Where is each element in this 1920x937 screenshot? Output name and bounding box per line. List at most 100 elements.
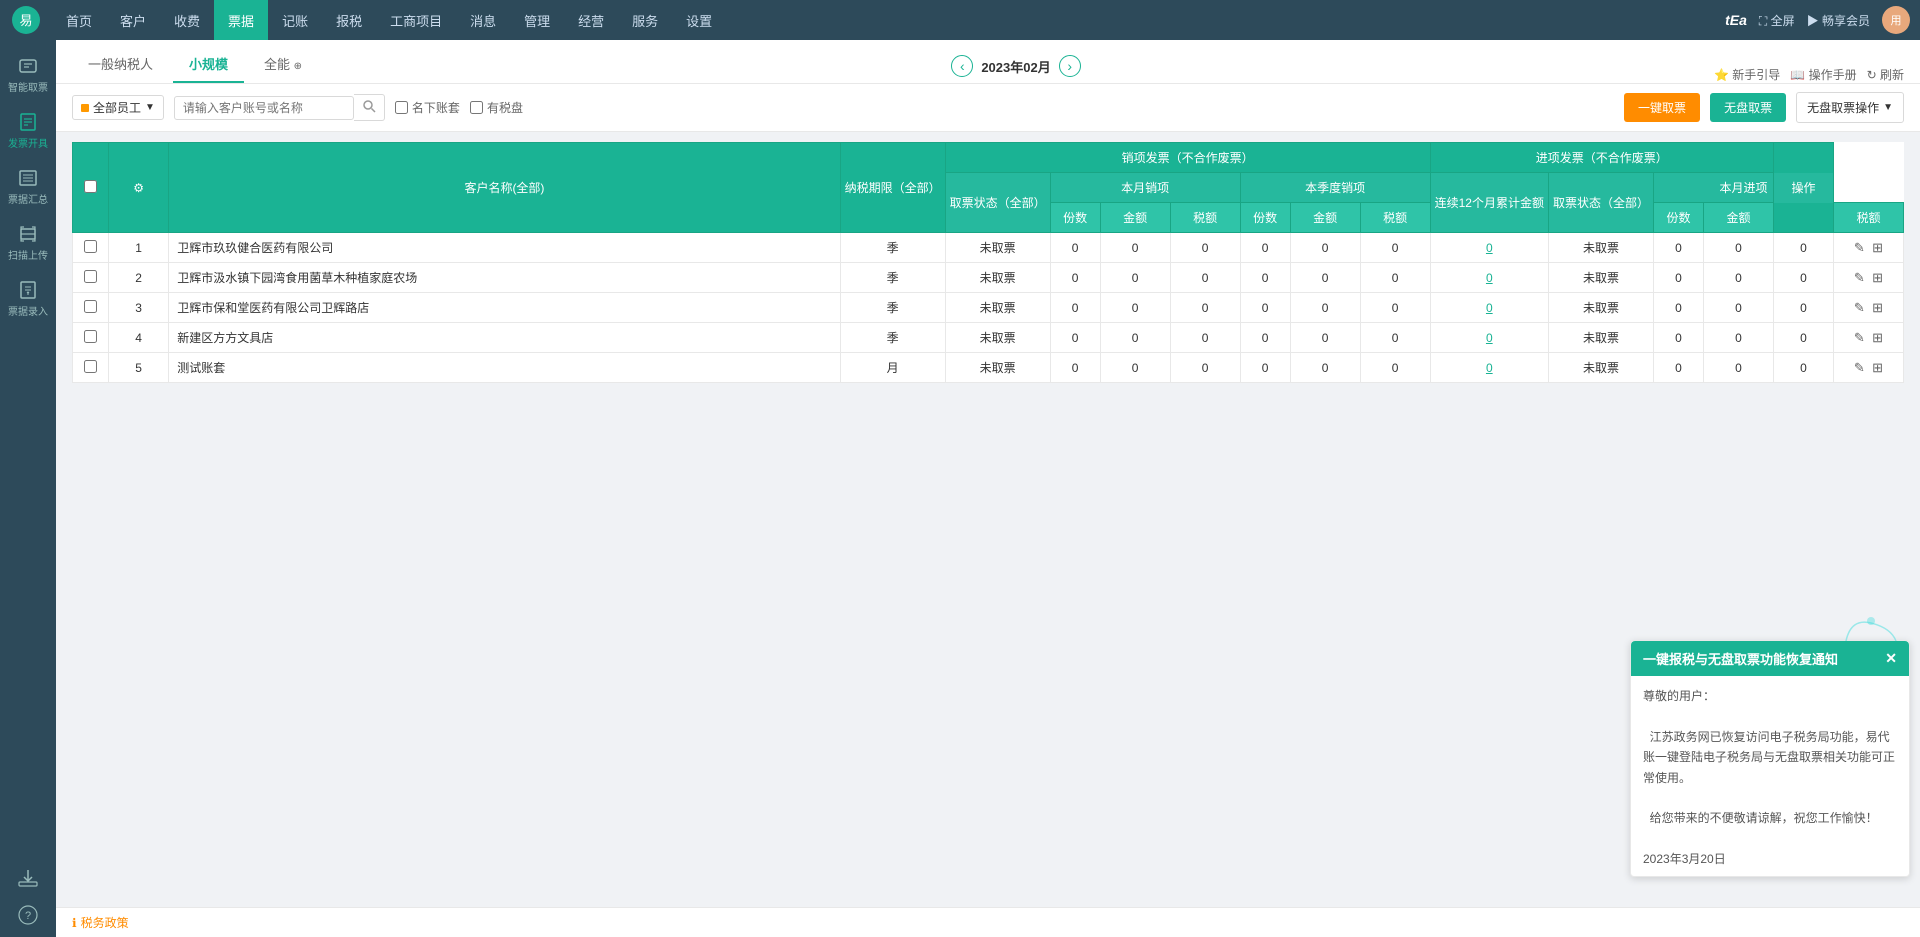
nav-items: 首页 客户 收费 票据 记账 报税 工商项目 消息 管理 经营 服务 设置: [52, 0, 1725, 40]
search-button[interactable]: [354, 94, 385, 121]
nav-invoice[interactable]: 票据: [214, 0, 268, 40]
sidebar-item-summary[interactable]: 票据汇总: [2, 160, 54, 214]
detail-icon[interactable]: ⊞: [1872, 300, 1883, 315]
table-row: 4 新建区方方文具店 季 未取票 0 0 0 0 0 0 0 未取票 0 0 0…: [73, 323, 1904, 353]
all-tab-icon: ⊕: [294, 61, 302, 72]
search-input[interactable]: [174, 96, 354, 120]
name-account-label: 名下账套: [412, 99, 460, 116]
tab-all[interactable]: 全能 ⊕: [248, 46, 318, 83]
notification-close-btn[interactable]: ✕: [1885, 650, 1897, 667]
svg-text:?: ?: [25, 910, 31, 922]
row-checkbox[interactable]: [84, 240, 97, 253]
sidebar-item-invoice-issue[interactable]: 发票开具: [2, 104, 54, 158]
detail-icon[interactable]: ⊞: [1872, 240, 1883, 255]
info-icon: ℹ: [72, 916, 77, 930]
row-purchase-status: 未取票: [1548, 293, 1653, 323]
logo[interactable]: 易: [10, 4, 42, 36]
nav-home[interactable]: 首页: [52, 0, 106, 40]
row-sales-status: 未取票: [945, 233, 1050, 263]
invoice-icon: [18, 112, 38, 132]
nav-right: tEa ⛶ 全屏 ▶ 畅享会员 用: [1725, 6, 1910, 34]
nav-operation[interactable]: 经营: [564, 0, 618, 40]
settings-icon[interactable]: ⚙: [133, 181, 144, 195]
employee-select[interactable]: 全部员工 ▼: [72, 95, 164, 120]
nav-fee[interactable]: 收费: [160, 0, 214, 40]
nav-bookkeeping[interactable]: 记账: [268, 0, 322, 40]
nav-customer[interactable]: 客户: [106, 0, 160, 40]
sidebar: 智能取票 发票开具 票据汇总: [0, 40, 56, 937]
edit-icon[interactable]: ✎: [1854, 360, 1865, 375]
th-current-month-sales: 本月销项: [1050, 173, 1240, 203]
nav-settings[interactable]: 设置: [672, 0, 726, 40]
row-cumulative: 0: [1430, 263, 1548, 293]
manual-btn[interactable]: 📖 操作手册: [1790, 66, 1856, 83]
row-actions: ✎ ⊞: [1834, 233, 1904, 263]
nav-service[interactable]: 服务: [618, 0, 672, 40]
table-row: 1 卫辉市玖玖健合医药有限公司 季 未取票 0 0 0 0 0 0 0 未取票 …: [73, 233, 1904, 263]
one-key-fetch-btn[interactable]: 一键取票: [1624, 93, 1700, 122]
cumulative-link[interactable]: 0: [1486, 331, 1493, 345]
row-q-sales-amount: 0: [1290, 233, 1360, 263]
sub-tabs-bar: 一般纳税人 小规模 全能 ⊕ ‹ 2023年02月 › ⭐ 新手引导 📖 操作手…: [56, 40, 1920, 84]
row-q-sales-copies: 0: [1240, 293, 1290, 323]
nav-management[interactable]: 管理: [510, 0, 564, 40]
summary-icon: [18, 168, 38, 188]
row-checkbox[interactable]: [84, 300, 97, 313]
cumulative-link[interactable]: 0: [1486, 241, 1493, 255]
edit-icon[interactable]: ✎: [1854, 330, 1865, 345]
th-sales-tax: 税额: [1170, 203, 1240, 233]
notification-popup: 一键报税与无盘取票功能恢复通知 ✕ 尊敬的用户： 江苏政务网已恢复访问电子税务局…: [1630, 640, 1910, 877]
row-checkbox[interactable]: [84, 270, 97, 283]
sidebar-item-scan[interactable]: 扫描上传: [2, 216, 54, 270]
next-month-btn[interactable]: ›: [1059, 55, 1081, 77]
row-purchase-amount: 0: [1704, 233, 1774, 263]
row-purchase-tax: 0: [1774, 233, 1834, 263]
sidebar-item-smart-fetch[interactable]: 智能取票: [2, 48, 54, 102]
edit-icon[interactable]: ✎: [1854, 270, 1865, 285]
select-all-checkbox[interactable]: [84, 180, 97, 193]
tax-disc-checkbox[interactable]: [470, 101, 483, 114]
fullscreen-btn[interactable]: ⛶ 全屏: [1759, 12, 1795, 29]
row-q-sales-tax: 0: [1360, 323, 1430, 353]
row-purchase-tax: 0: [1774, 263, 1834, 293]
row-num: 3: [109, 293, 169, 323]
nav-message[interactable]: 消息: [456, 0, 510, 40]
row-num: 4: [109, 323, 169, 353]
edit-icon[interactable]: ✎: [1854, 300, 1865, 315]
new-guide-btn[interactable]: ⭐ 新手引导: [1714, 66, 1780, 83]
detail-icon[interactable]: ⊞: [1872, 330, 1883, 345]
edit-icon[interactable]: ✎: [1854, 240, 1865, 255]
tab-small-scale[interactable]: 小规模: [173, 46, 244, 83]
detail-icon[interactable]: ⊞: [1872, 360, 1883, 375]
row-customer-name: 卫辉市保和堂医药有限公司卫辉路店: [169, 293, 840, 323]
no-disc-fetch-btn[interactable]: 无盘取票: [1710, 93, 1786, 122]
prev-month-btn[interactable]: ‹: [951, 55, 973, 77]
cumulative-link[interactable]: 0: [1486, 301, 1493, 315]
name-account-check[interactable]: 名下账套: [395, 99, 460, 116]
refresh-btn[interactable]: ↻ 刷新: [1867, 66, 1904, 83]
tax-disc-check[interactable]: 有税盘: [470, 99, 523, 116]
row-customer-name: 卫辉市汲水镇下园湾食用菌草木种植家庭农场: [169, 263, 840, 293]
row-checkbox-cell: [73, 323, 109, 353]
row-purchase-amount: 0: [1704, 323, 1774, 353]
download-icon[interactable]: [14, 865, 42, 893]
row-checkbox[interactable]: [84, 360, 97, 373]
row-purchase-status: 未取票: [1548, 353, 1653, 383]
tax-policy-link[interactable]: 税务政策: [81, 914, 129, 931]
notification-title: 一键报税与无盘取票功能恢复通知: [1643, 649, 1838, 668]
invoice-table: ⚙ 客户名称(全部) 纳税期限（全部） 销项发票（不合作废票） 进项发票（不合作…: [72, 142, 1904, 383]
detail-icon[interactable]: ⊞: [1872, 270, 1883, 285]
avatar[interactable]: 用: [1882, 6, 1910, 34]
vip-btn[interactable]: ▶ 畅享会员: [1807, 12, 1870, 29]
nav-tax[interactable]: 报税: [322, 0, 376, 40]
sidebar-item-entry[interactable]: 票据录入: [2, 272, 54, 326]
row-purchase-copies: 0: [1654, 353, 1704, 383]
no-disc-operation-btn[interactable]: 无盘取票操作 ▼: [1796, 92, 1904, 123]
cumulative-link[interactable]: 0: [1486, 271, 1493, 285]
help-icon[interactable]: ?: [14, 901, 42, 929]
tab-general-taxpayer[interactable]: 一般纳税人: [72, 46, 169, 83]
name-account-checkbox[interactable]: [395, 101, 408, 114]
cumulative-link[interactable]: 0: [1486, 361, 1493, 375]
nav-business[interactable]: 工商项目: [376, 0, 456, 40]
row-checkbox[interactable]: [84, 330, 97, 343]
